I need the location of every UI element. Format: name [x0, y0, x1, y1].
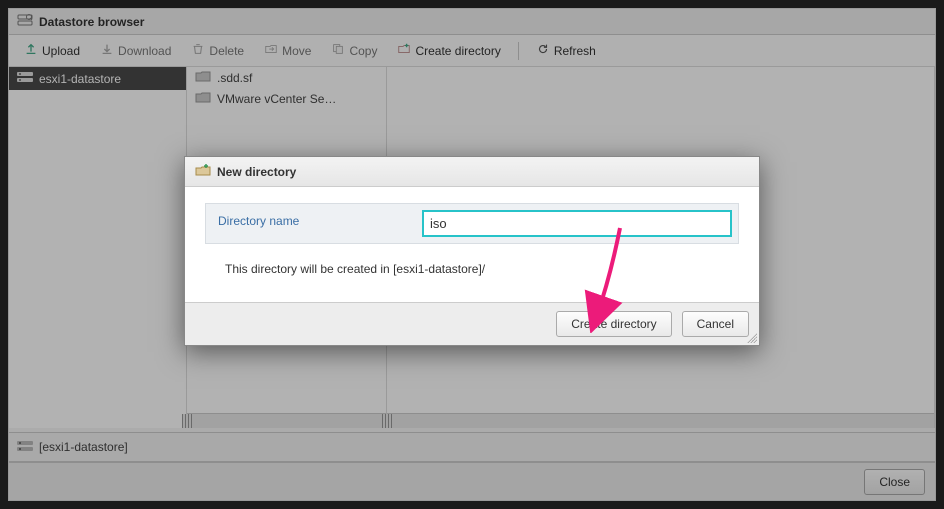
copy-button[interactable]: Copy: [322, 37, 386, 64]
create-directory-button[interactable]: Create directory: [388, 37, 509, 64]
create-directory-confirm-button[interactable]: Create directory: [556, 311, 671, 337]
datastore-item[interactable]: esxi1-datastore: [9, 67, 186, 90]
window-title: Datastore browser: [39, 15, 144, 29]
window-titlebar: Datastore browser: [9, 9, 935, 35]
new-directory-dialog: New directory Directory name This direct…: [184, 156, 760, 346]
refresh-icon: [536, 42, 550, 59]
upload-button[interactable]: Upload: [15, 37, 89, 64]
datastore-icon: [17, 440, 33, 455]
directory-name-label: Directory name: [206, 204, 416, 243]
upload-icon: [24, 42, 38, 59]
refresh-button[interactable]: Refresh: [527, 37, 605, 64]
delete-icon: [191, 42, 205, 59]
breadcrumb-path: [esxi1-datastore]: [39, 440, 128, 454]
folder-new-icon: [397, 42, 411, 59]
directory-info-text: This directory will be created in [esxi1…: [205, 244, 739, 282]
toolbar-separator: [518, 42, 519, 60]
folder-new-icon: [195, 163, 211, 180]
folder-label: .sdd.sf: [217, 71, 252, 85]
datastore-label: esxi1-datastore: [39, 72, 121, 86]
datastore-tree: esxi1-datastore: [9, 67, 187, 428]
move-icon: [264, 42, 278, 59]
move-button[interactable]: Move: [255, 37, 320, 64]
datastore-browser-icon: [17, 12, 33, 31]
column-splitter[interactable]: [382, 414, 392, 428]
folder-label: VMware vCenter Se…: [217, 92, 336, 106]
close-button[interactable]: Close: [864, 469, 925, 495]
breadcrumb: [esxi1-datastore]: [9, 432, 935, 462]
column-splitter[interactable]: [182, 414, 192, 428]
download-button[interactable]: Download: [91, 37, 180, 64]
dialog-body: Directory name This directory will be cr…: [185, 187, 759, 302]
window-footer: Close: [9, 462, 935, 500]
directory-name-row: Directory name: [205, 203, 739, 244]
download-icon: [100, 42, 114, 59]
resize-grip[interactable]: [747, 333, 757, 343]
toolbar: Upload Download Delete Move Copy Create …: [9, 35, 935, 67]
folder-item[interactable]: VMware vCenter Se…: [187, 88, 386, 109]
directory-name-input[interactable]: [422, 210, 732, 237]
delete-button[interactable]: Delete: [182, 37, 253, 64]
datastore-icon: [17, 71, 33, 86]
folder-icon: [195, 91, 211, 106]
folder-icon: [195, 70, 211, 85]
cancel-button[interactable]: Cancel: [682, 311, 749, 337]
dialog-title: New directory: [185, 157, 759, 187]
dialog-footer: Create directory Cancel: [185, 302, 759, 345]
folder-item[interactable]: .sdd.sf: [187, 67, 386, 88]
copy-icon: [331, 42, 345, 59]
